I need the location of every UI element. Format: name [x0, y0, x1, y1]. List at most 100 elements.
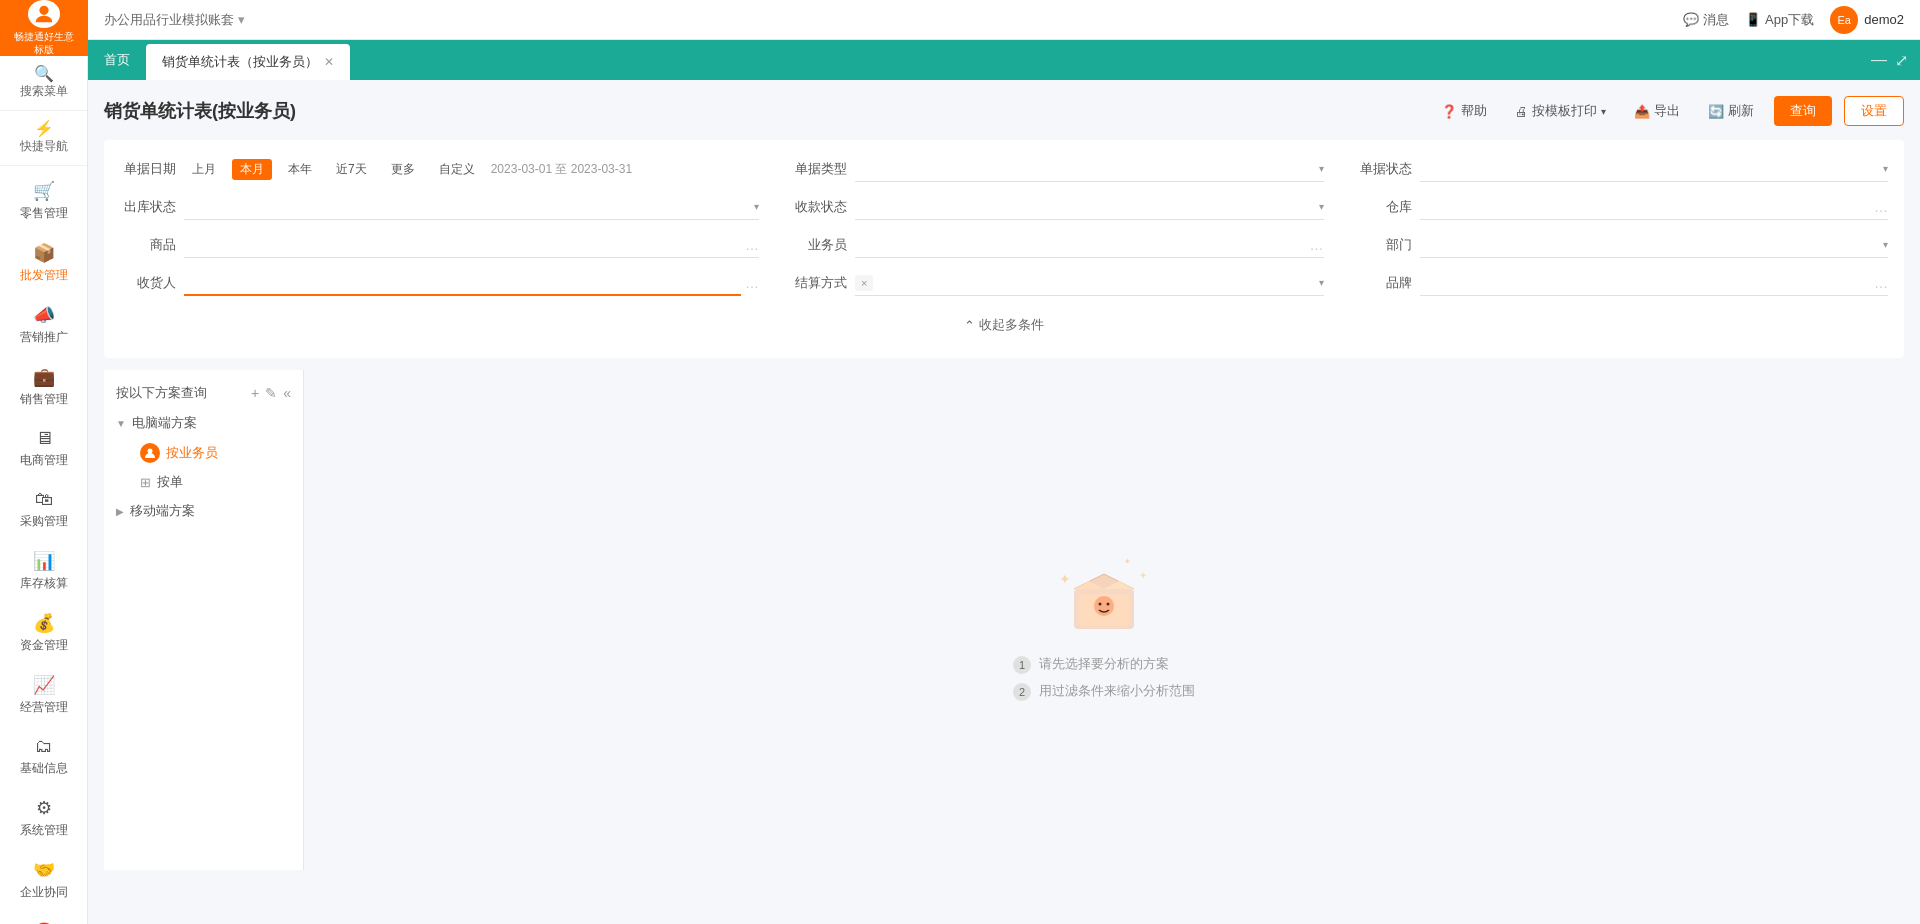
collapse-button[interactable]: ⌃ 收起多条件	[964, 316, 1044, 334]
dept-select[interactable]: ▾	[1420, 232, 1889, 258]
sidebar-item-basic[interactable]: 🗂 基础信息	[0, 726, 87, 787]
sidebar-item-guide[interactable]: 🎯 新手引导	[0, 911, 87, 924]
salesperson-select[interactable]: …	[855, 232, 1324, 258]
tip-num-2: 2	[1013, 683, 1031, 701]
app-download-label: App下载	[1765, 11, 1814, 29]
maximize-icon[interactable]: ⤢	[1895, 51, 1908, 70]
quick-nav-label: 快捷导航	[0, 138, 87, 155]
user-profile[interactable]: Ea demo2	[1830, 6, 1904, 34]
edit-scheme-icon[interactable]: ✎	[265, 385, 277, 401]
breadcrumb-arrow-icon[interactable]: ▾	[238, 12, 245, 27]
sidebar-item-purchase[interactable]: 🛍 采购管理	[0, 479, 87, 540]
minimize-icon[interactable]: —	[1871, 51, 1887, 69]
goods-select[interactable]: …	[184, 232, 759, 258]
date-more-btn[interactable]: 更多	[383, 159, 423, 180]
date-last-month-btn[interactable]: 上月	[184, 159, 224, 180]
sidebar-item-marketing[interactable]: 📣 营销推广	[0, 294, 87, 356]
query-button[interactable]: 查询	[1774, 96, 1832, 126]
sidebar-item-finance[interactable]: 💰 资金管理	[0, 602, 87, 664]
doc-status-select[interactable]: ▾	[1420, 156, 1889, 182]
settlement-select[interactable]: × ▾	[855, 270, 1324, 296]
svg-point-5	[1099, 603, 1102, 606]
date-label: 单据日期	[120, 160, 176, 178]
date-this-year-btn[interactable]: 本年	[280, 159, 320, 180]
filter-warehouse: 仓库 …	[1356, 194, 1889, 220]
help-icon: ❓	[1441, 104, 1457, 119]
marketing-label: 营销推广	[20, 329, 68, 346]
left-panel: 按以下方案查询 + ✎ « ▼ 电脑端方案	[104, 370, 304, 870]
tree-arrow-down-icon: ▼	[116, 418, 126, 429]
date-filter-options: 上月 本月 本年 近7天 更多 自定义 2023-03-01 至 2023-03…	[184, 159, 759, 180]
doc-status-label: 单据状态	[1356, 160, 1412, 178]
out-status-select[interactable]: ▾	[184, 194, 759, 220]
refresh-icon: 🔄	[1708, 104, 1724, 119]
tree-desktop-section[interactable]: ▼ 电脑端方案	[104, 408, 303, 438]
tab-sales-report[interactable]: 销货单统计表（按业务员） ✕	[146, 44, 350, 80]
export-button[interactable]: 📤 导出	[1626, 98, 1688, 124]
sidebar-item-inventory[interactable]: 📊 库存核算	[0, 540, 87, 602]
print-arrow-icon: ▾	[1601, 106, 1606, 117]
mobile-section-label: 移动端方案	[130, 502, 195, 520]
enterprise-label: 企业协同	[20, 884, 68, 901]
help-button[interactable]: ❓ 帮助	[1433, 98, 1495, 124]
doc-type-select[interactable]: ▾	[855, 156, 1324, 182]
inventory-icon: 📊	[33, 550, 55, 572]
sidebar-item-enterprise[interactable]: 🤝 企业协同	[0, 849, 87, 911]
tab-home[interactable]: 首页	[88, 40, 146, 80]
date-custom-btn[interactable]: 自定义	[431, 159, 483, 180]
search-menu[interactable]: 🔍 搜索菜单	[0, 56, 87, 111]
app-download-button[interactable]: 📱 App下载	[1745, 11, 1814, 29]
warehouse-select[interactable]: …	[1420, 194, 1889, 220]
receiver-input[interactable]	[184, 271, 741, 296]
warehouse-label: 仓库	[1356, 198, 1412, 216]
refresh-label: 刷新	[1728, 102, 1754, 120]
message-label: 消息	[1703, 11, 1729, 29]
sidebar-item-retail[interactable]: 🛒 零售管理	[0, 170, 87, 232]
sidebar-item-operation[interactable]: 📈 经营管理	[0, 664, 87, 726]
tree-item-by-order[interactable]: ⊞ 按单	[132, 468, 303, 496]
brand-select[interactable]: …	[1420, 270, 1889, 296]
print-button[interactable]: 🖨 按模板打印 ▾	[1507, 98, 1614, 124]
sidebar-item-ecommerce[interactable]: 🖥 电商管理	[0, 418, 87, 479]
sidebar-item-sales[interactable]: 💼 销售管理	[0, 356, 87, 418]
filter-dept: 部门 ▾	[1356, 232, 1889, 258]
by-order-label: 按单	[157, 473, 183, 491]
marketing-icon: 📣	[33, 304, 55, 326]
filter-doc-type: 单据类型 ▾	[791, 156, 1324, 182]
pay-status-select[interactable]: ▾	[855, 194, 1324, 220]
tab-close-icon[interactable]: ✕	[324, 55, 334, 69]
filter-doc-status: 单据状态 ▾	[1356, 156, 1889, 182]
user-name: demo2	[1864, 12, 1904, 27]
left-panel-header: 按以下方案查询 + ✎ «	[104, 378, 303, 408]
tree-item-by-salesperson[interactable]: 按业务员	[132, 438, 303, 468]
refresh-button[interactable]: 🔄 刷新	[1700, 98, 1762, 124]
pay-status-label: 收款状态	[791, 198, 847, 216]
system-label: 系统管理	[20, 822, 68, 839]
sidebar-item-wholesale[interactable]: 📦 批发管理	[0, 232, 87, 294]
add-scheme-icon[interactable]: +	[251, 385, 259, 401]
date-7days-btn[interactable]: 近7天	[328, 159, 375, 180]
message-button[interactable]: 💬 消息	[1683, 11, 1729, 29]
date-this-month-btn[interactable]: 本月	[232, 159, 272, 180]
dept-arrow-icon: ▾	[1883, 239, 1888, 250]
sidebar-logo[interactable]: 畅捷通好生意标版	[0, 0, 88, 56]
export-label: 导出	[1654, 102, 1680, 120]
settings-button[interactable]: 设置	[1844, 96, 1904, 126]
tip-text-2: 用过滤条件来缩小分析范围	[1039, 682, 1195, 700]
collapse-panel-icon[interactable]: «	[283, 385, 291, 401]
quick-nav[interactable]: ⚡ 快捷导航	[0, 111, 87, 166]
sales-label: 销售管理	[20, 391, 68, 408]
settlement-tag-close[interactable]: ×	[861, 277, 867, 289]
dept-label: 部门	[1356, 236, 1412, 254]
operation-label: 经营管理	[20, 699, 68, 716]
content: 销货单统计表(按业务员) ❓ 帮助 🖨 按模板打印 ▾ 📤 导出 🔄 刷新	[88, 80, 1920, 924]
right-main: ✦ ✦ ✦ 1 请先选择要分析的方案 2 用过滤条件来缩小分析范围	[304, 370, 1904, 870]
logo-text: 畅捷通好生意标版	[14, 30, 74, 56]
tree-desktop-children: 按业务员 ⊞ 按单	[104, 438, 303, 496]
sales-icon: 💼	[33, 366, 55, 388]
left-panel-title: 按以下方案查询	[116, 384, 207, 402]
tree-mobile-section[interactable]: ▶ 移动端方案	[104, 496, 303, 526]
sidebar-item-system[interactable]: ⚙ 系统管理	[0, 787, 87, 849]
filter-row-3: 商品 … 业务员 … 部门	[120, 232, 1888, 258]
empty-tip-2: 2 用过滤条件来缩小分析范围	[1013, 682, 1195, 701]
